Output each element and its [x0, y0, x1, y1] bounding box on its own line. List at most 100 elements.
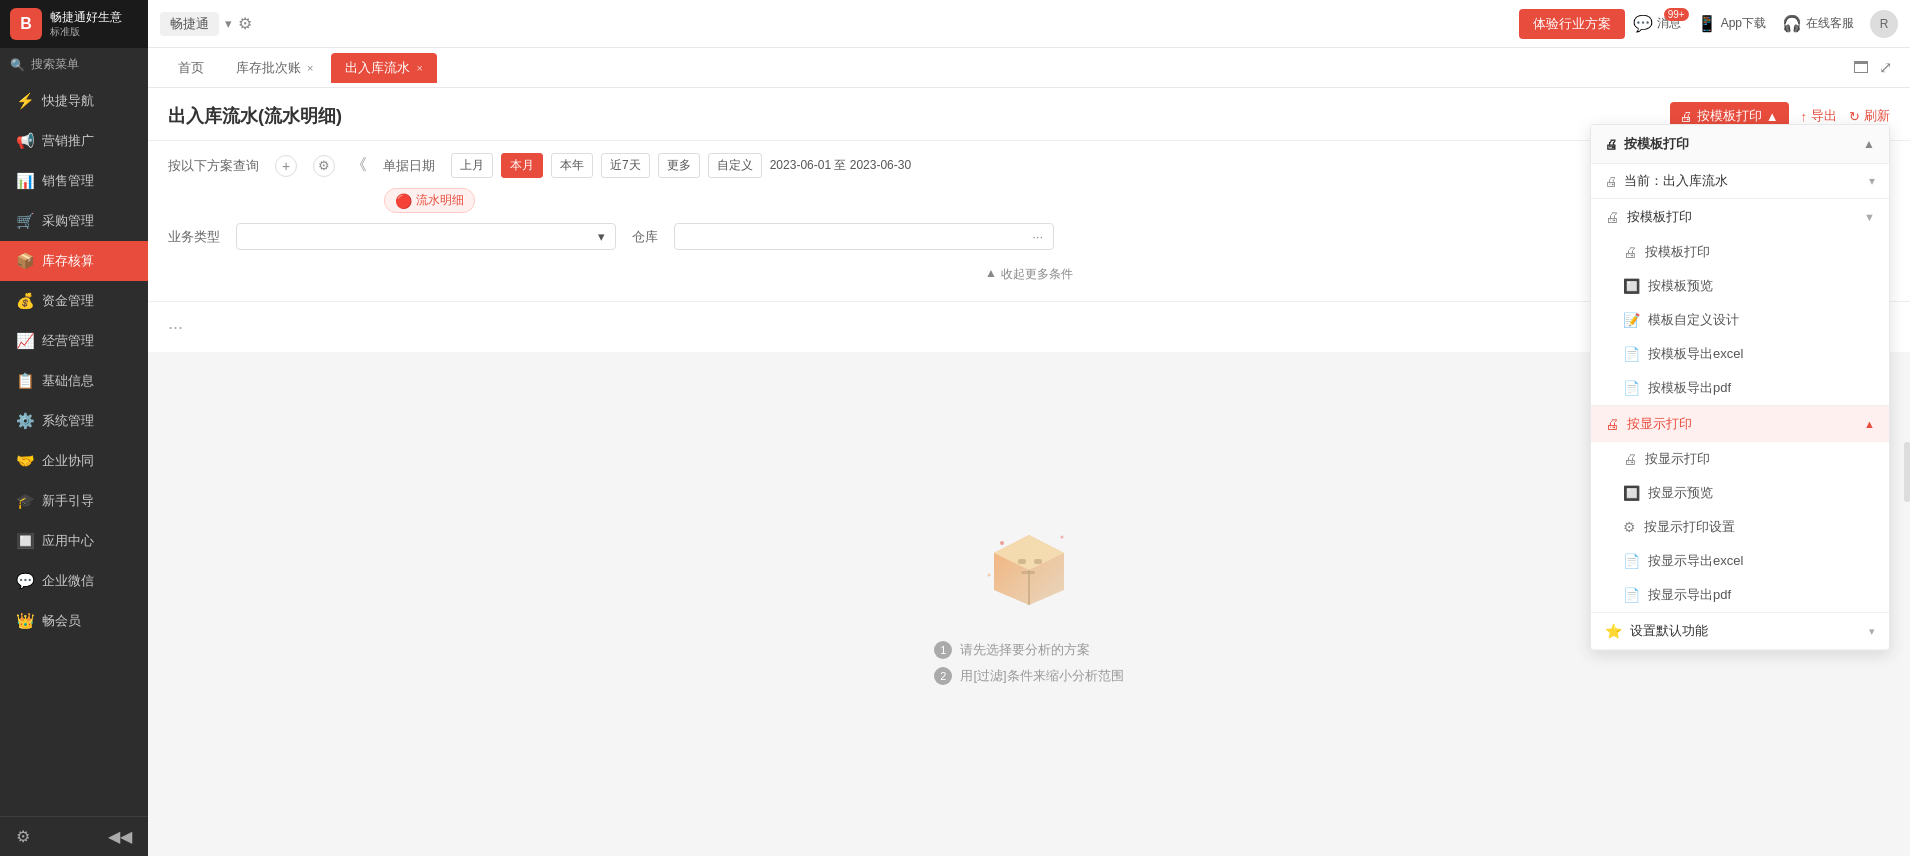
- date-last7days-button[interactable]: 近7天: [601, 153, 650, 178]
- sidebar-item-finance[interactable]: 💰 资金管理: [0, 281, 148, 321]
- app-logo-text: 畅捷通好生意 标准版: [50, 10, 122, 39]
- step-num-2: 2: [934, 667, 952, 685]
- template-preview-item-icon: 🔲: [1623, 278, 1640, 294]
- collapse-sidebar-icon[interactable]: ◀◀: [108, 827, 132, 846]
- date-current-month-button[interactable]: 本月: [501, 153, 543, 178]
- dropdown-item-template-preview[interactable]: 🔲 按模板预览: [1591, 269, 1889, 303]
- sidebar-item-wechat[interactable]: 💬 企业微信: [0, 561, 148, 601]
- header-user-info: 畅捷通 ▾ ⚙: [160, 12, 1511, 36]
- sidebar-item-marketing[interactable]: 📢 营销推广: [0, 121, 148, 161]
- more-options-icon[interactable]: ···: [168, 317, 183, 338]
- app-download-button[interactable]: 📱 App下载: [1697, 14, 1766, 33]
- template-section-header[interactable]: 🖨 按模板打印 ▼: [1591, 199, 1889, 235]
- date-current-year-button[interactable]: 本年: [551, 153, 593, 178]
- display-section-header[interactable]: 🖨 按显示打印 ▲: [1591, 406, 1889, 442]
- template-print-item-icon: 🖨: [1623, 244, 1637, 260]
- dropdown-item-display-print-settings[interactable]: ⚙ 按显示打印设置: [1591, 510, 1889, 544]
- tab-home[interactable]: 首页: [164, 53, 218, 83]
- notification-button[interactable]: 💬 消息 99+: [1633, 14, 1681, 33]
- warehouse-select[interactable]: ···: [674, 223, 1054, 250]
- header-settings-icon[interactable]: ⚙: [238, 14, 252, 33]
- default-section-header[interactable]: ⭐ 设置默认功能 ▾: [1591, 613, 1889, 649]
- settings-icon[interactable]: ⚙: [16, 827, 30, 846]
- warehouse-label: 仓库: [632, 228, 658, 246]
- tab-maximize-button[interactable]: ⤢: [1877, 56, 1894, 79]
- user-avatar[interactable]: R: [1870, 10, 1898, 38]
- shortcut-icon: ⚡: [16, 92, 34, 110]
- dropdown-item-display-excel[interactable]: 📄 按显示导出excel: [1591, 544, 1889, 578]
- tab-batch-close[interactable]: ×: [307, 62, 313, 74]
- apps-icon: 🔲: [16, 532, 34, 550]
- customer-service-button[interactable]: 🎧 在线客服: [1782, 14, 1854, 33]
- dropdown-item-template-pdf[interactable]: 📄 按模板导出pdf: [1591, 371, 1889, 405]
- add-filter-button[interactable]: +: [275, 155, 297, 177]
- filter-collapse-button[interactable]: 《: [351, 155, 367, 176]
- dropdown-current-item[interactable]: 🖨 当前：出入库流水 ▾: [1591, 164, 1889, 199]
- finance-icon: 💰: [16, 292, 34, 310]
- template-pdf-item-icon: 📄: [1623, 380, 1640, 396]
- empty-step-1: 1 请先选择要分析的方案: [934, 641, 1123, 659]
- refresh-icon: ↻: [1849, 109, 1860, 124]
- trial-button[interactable]: 体验行业方案: [1519, 9, 1625, 39]
- dropdown-item-display-pdf[interactable]: 📄 按显示导出pdf: [1591, 578, 1889, 612]
- search-icon: 🔍: [10, 58, 25, 72]
- sidebar-item-system[interactable]: ⚙️ 系统管理: [0, 401, 148, 441]
- date-custom-button[interactable]: 自定义: [708, 153, 762, 178]
- sidebar-item-inventory[interactable]: 📦 库存核算: [0, 241, 148, 281]
- dropdown-item-template-print[interactable]: 🖨 按模板打印: [1591, 235, 1889, 269]
- header: 畅捷通 ▾ ⚙ 体验行业方案 💬 消息 99+ 📱 App下载 🎧 在线客服 R: [148, 0, 1910, 48]
- dropdown-item-template-custom[interactable]: 📝 模板自定义设计: [1591, 303, 1889, 337]
- filter-settings-button[interactable]: ⚙: [313, 155, 335, 177]
- sidebar-nav: ⚡ 快捷导航 📢 营销推广 📊 销售管理 🛒 采购管理 📦 库存核算 💰 资金管…: [0, 81, 148, 816]
- export-button[interactable]: ↑ 导出: [1801, 107, 1838, 125]
- sidebar-item-newbie[interactable]: 🎓 新手引导: [0, 481, 148, 521]
- wechat-icon: 💬: [16, 572, 34, 590]
- date-more-button[interactable]: 更多: [658, 153, 700, 178]
- template-section-expand-icon: ▼: [1864, 211, 1875, 223]
- header-username[interactable]: 畅捷通: [160, 12, 219, 36]
- dropdown-section-template: 🖨 按模板打印 ▼ 🖨 按模板打印 🔲 按模板预览 📝 模板自定义设计: [1591, 199, 1889, 406]
- tab-batch[interactable]: 库存批次账 ×: [222, 53, 327, 83]
- app-logo-icon: B: [10, 8, 42, 40]
- refresh-button[interactable]: ↻ 刷新: [1849, 107, 1890, 125]
- tab-flow[interactable]: 出入库流水 ×: [331, 53, 436, 83]
- sidebar-item-sales[interactable]: 📊 销售管理: [0, 161, 148, 201]
- current-item-icon: 🖨: [1605, 174, 1618, 189]
- sidebar-item-apps[interactable]: 🔲 应用中心: [0, 521, 148, 561]
- warehouse-more-icon[interactable]: ···: [1032, 229, 1043, 244]
- filter-tag-liushui[interactable]: 🔴 流水明细: [384, 188, 475, 213]
- svg-point-6: [1000, 541, 1004, 545]
- date-last-month-button[interactable]: 上月: [451, 153, 493, 178]
- display-excel-item-icon: 📄: [1623, 553, 1640, 569]
- dropdown-item-template-excel[interactable]: 📄 按模板导出excel: [1591, 337, 1889, 371]
- empty-steps-list: 1 请先选择要分析的方案 2 用[过滤]条件来缩小分析范围: [934, 641, 1123, 693]
- current-label: 当前：出入库流水: [1624, 172, 1728, 190]
- chevron-up-icon: ▲: [985, 266, 997, 283]
- sidebar-item-purchase[interactable]: 🛒 采购管理: [0, 201, 148, 241]
- display-section-icon: 🖨: [1605, 416, 1619, 432]
- svg-point-8: [988, 574, 991, 577]
- sidebar-item-member[interactable]: 👑 畅会员: [0, 601, 148, 641]
- header-dropdown-icon[interactable]: ▾: [225, 16, 232, 31]
- phone-icon: 📱: [1697, 14, 1717, 33]
- tab-flow-close[interactable]: ×: [416, 62, 422, 74]
- dropdown-collapse-button[interactable]: ▲: [1863, 137, 1875, 151]
- sidebar-item-shortcut[interactable]: ⚡ 快捷导航: [0, 81, 148, 121]
- filter-tag-icon: 🔴: [395, 193, 412, 209]
- sidebar-item-operation[interactable]: 📈 经营管理: [0, 321, 148, 361]
- business-type-select[interactable]: ▾: [236, 223, 616, 250]
- headset-icon: 🎧: [1782, 14, 1802, 33]
- display-section-expand-icon: ▲: [1864, 418, 1875, 430]
- step-num-1: 1: [934, 641, 952, 659]
- tab-minimize-button[interactable]: 🗖: [1851, 56, 1871, 79]
- dropdown-item-display-preview[interactable]: 🔲 按显示预览: [1591, 476, 1889, 510]
- sidebar-item-basic[interactable]: 📋 基础信息: [0, 361, 148, 401]
- notification-icon: 💬: [1633, 14, 1653, 33]
- empty-step-2: 2 用[过滤]条件来缩小分析范围: [934, 667, 1123, 685]
- dropdown-section-default: ⭐ 设置默认功能 ▾: [1591, 613, 1889, 650]
- dropdown-item-display-print[interactable]: 🖨 按显示打印: [1591, 442, 1889, 476]
- display-settings-item-icon: ⚙: [1623, 519, 1636, 535]
- sidebar-item-company[interactable]: 🤝 企业协同: [0, 441, 148, 481]
- dropdown-section-display: 🖨 按显示打印 ▲ 🖨 按显示打印 🔲 按显示预览 ⚙ 按显示打印设置: [1591, 406, 1889, 613]
- sidebar-search[interactable]: 🔍 搜索菜单: [0, 48, 148, 81]
